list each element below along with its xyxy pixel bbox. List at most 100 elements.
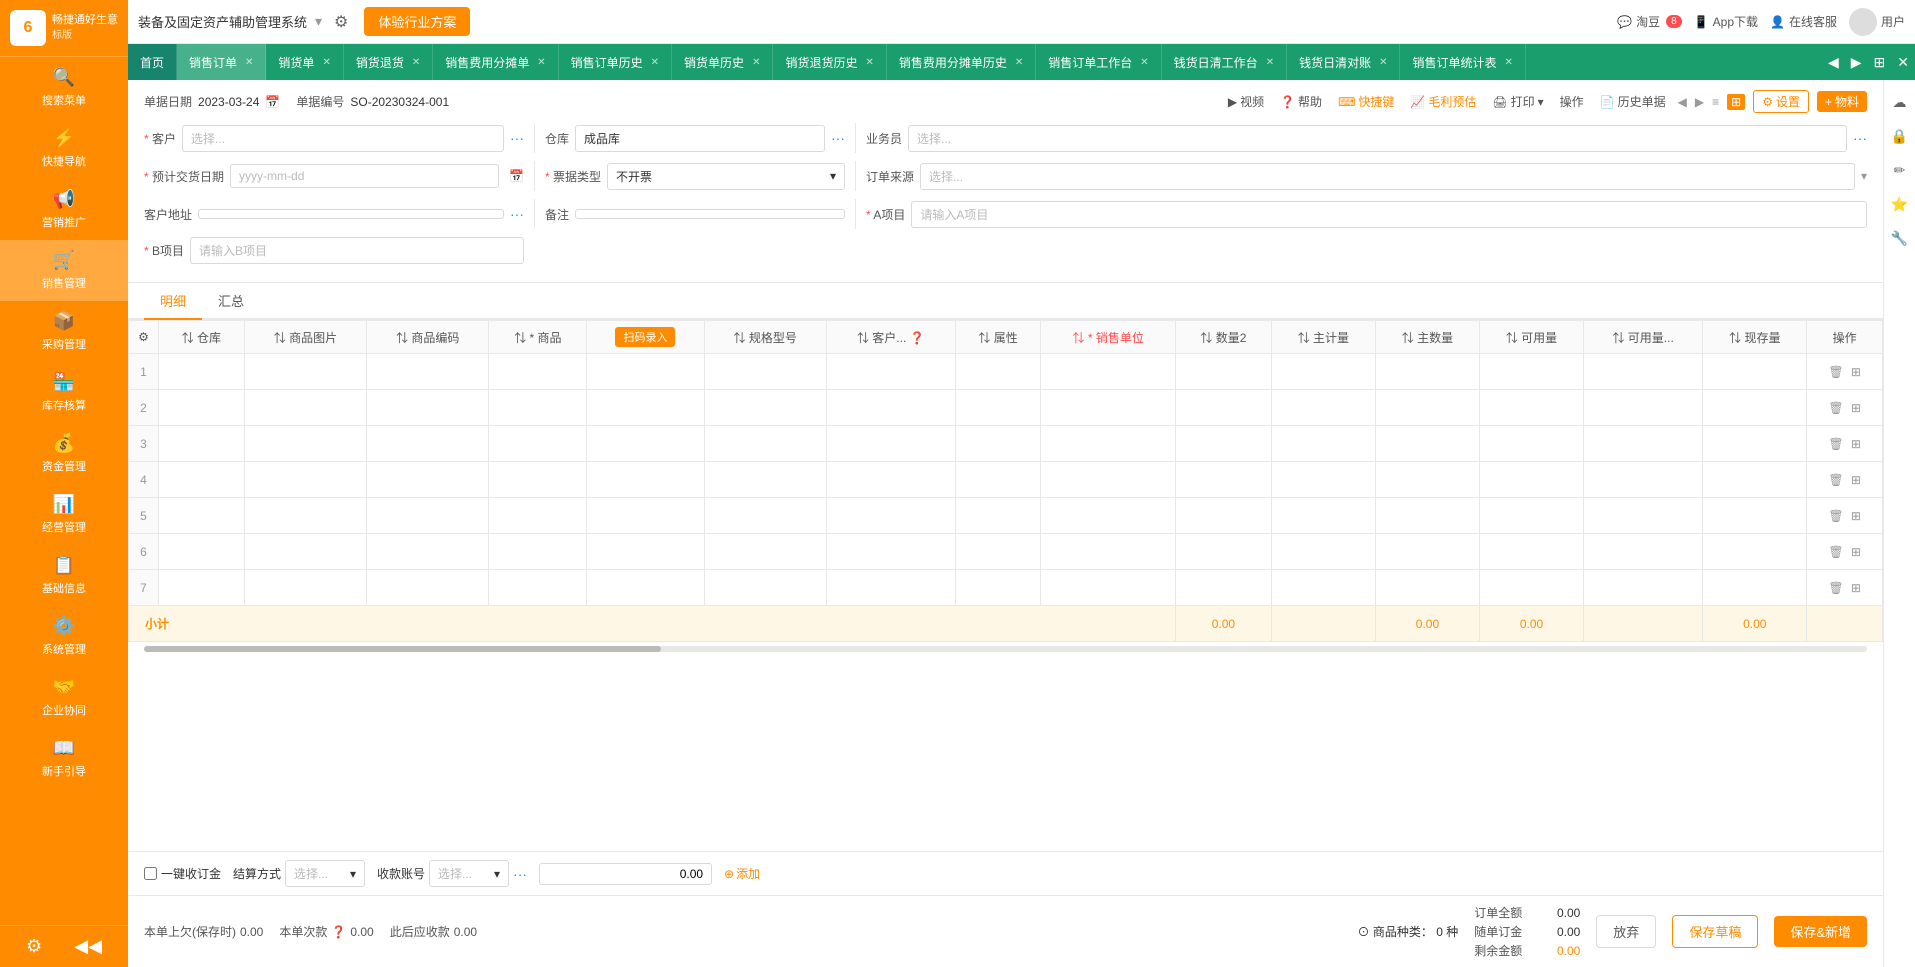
row-attr[interactable] xyxy=(955,354,1041,390)
row-product[interactable] xyxy=(489,498,587,534)
sidebar-item-11[interactable]: 📖新手引导 xyxy=(0,728,128,789)
sidebar-item-7[interactable]: 📊经营管理 xyxy=(0,484,128,545)
add-link[interactable]: ⊕ 添加 xyxy=(724,865,760,882)
tab-7[interactable]: 销货退货历史✕ xyxy=(773,44,886,80)
row-delete-icon[interactable]: 🗑 xyxy=(1828,545,1843,559)
tab-close-8[interactable]: ✕ xyxy=(1015,57,1023,68)
row-scan[interactable] xyxy=(587,534,704,570)
print-btn[interactable]: 🖨 打印 ▾ xyxy=(1488,91,1547,112)
row-image[interactable] xyxy=(244,534,366,570)
online-service-item[interactable]: 👤 在线客服 xyxy=(1770,13,1837,30)
right-panel-star-icon[interactable]: ⭐ xyxy=(1888,192,1912,216)
row-unit[interactable] xyxy=(1041,426,1175,462)
row-avail2[interactable] xyxy=(1584,462,1703,498)
tab-expand-icon[interactable]: ⊞ xyxy=(1868,54,1892,71)
row-qty2[interactable] xyxy=(1175,426,1271,462)
row-avail[interactable] xyxy=(1479,570,1583,606)
settings-icon[interactable]: ⚙ xyxy=(334,12,348,32)
row-customer-code[interactable] xyxy=(826,462,955,498)
row-customer-code[interactable] xyxy=(826,426,955,462)
row-code[interactable] xyxy=(367,570,489,606)
row-product[interactable] xyxy=(489,354,587,390)
tab-close-9[interactable]: ✕ xyxy=(1140,57,1148,68)
th-warehouse[interactable]: ⇅ 仓库 xyxy=(159,321,245,354)
row-spec[interactable] xyxy=(704,570,826,606)
row-code[interactable] xyxy=(367,390,489,426)
row-code[interactable] xyxy=(367,354,489,390)
view-mode-list-icon[interactable]: ≡ xyxy=(1712,95,1719,109)
row-delete-icon[interactable]: 🗑 xyxy=(1828,365,1843,379)
profit-btn[interactable]: 📈 毛利预估 xyxy=(1406,91,1480,112)
row-stock[interactable] xyxy=(1703,462,1807,498)
row-stock[interactable] xyxy=(1703,390,1807,426)
row-qty2[interactable] xyxy=(1175,354,1271,390)
row-customer-code[interactable] xyxy=(826,534,955,570)
row-code[interactable] xyxy=(367,462,489,498)
discard-btn[interactable]: 放弃 xyxy=(1596,915,1656,948)
prev-nav-icon[interactable]: ◀ xyxy=(1678,95,1687,109)
row-delete-icon[interactable]: 🗑 xyxy=(1828,581,1843,595)
tab-close-2[interactable]: ✕ xyxy=(322,57,330,68)
row-attr[interactable] xyxy=(955,462,1041,498)
tab-close-4[interactable]: ✕ xyxy=(537,57,545,68)
tab-0[interactable]: 首页 xyxy=(128,44,177,80)
th-settings[interactable]: ⚙ xyxy=(129,321,159,354)
row-product[interactable] xyxy=(489,426,587,462)
notification-item[interactable]: 💬 淘豆 8 xyxy=(1617,13,1682,30)
tab-close-10[interactable]: ✕ xyxy=(1266,57,1274,68)
row-customer-code[interactable] xyxy=(826,498,955,534)
row-scan[interactable] xyxy=(587,498,704,534)
sidebar-item-10[interactable]: 🤝企业协同 xyxy=(0,667,128,728)
tab-2[interactable]: 销货单✕ xyxy=(266,44,343,80)
row-main-unit[interactable] xyxy=(1271,390,1375,426)
row-spec[interactable] xyxy=(704,354,826,390)
row-avail[interactable] xyxy=(1479,354,1583,390)
tab-close-all-icon[interactable]: ✕ xyxy=(1891,54,1915,71)
row-avail2[interactable] xyxy=(1584,570,1703,606)
row-avail2[interactable] xyxy=(1584,354,1703,390)
tab-6[interactable]: 销货单历史✕ xyxy=(672,44,773,80)
row-delete-icon[interactable]: 🗑 xyxy=(1828,401,1843,415)
row-avail[interactable] xyxy=(1479,462,1583,498)
b-project-input[interactable]: 请输入B项目 xyxy=(190,237,524,264)
row-image[interactable] xyxy=(244,570,366,606)
row-main-unit[interactable] xyxy=(1271,498,1375,534)
row-avail2[interactable] xyxy=(1584,390,1703,426)
row-qty2[interactable] xyxy=(1175,462,1271,498)
row-image[interactable] xyxy=(244,498,366,534)
row-attr[interactable] xyxy=(955,498,1041,534)
tab-10[interactable]: 钱货日清工作台✕ xyxy=(1162,44,1287,80)
row-image[interactable] xyxy=(244,354,366,390)
row-warehouse[interactable] xyxy=(159,498,245,534)
tab-close-5[interactable]: ✕ xyxy=(651,57,659,68)
row-attr[interactable] xyxy=(955,570,1041,606)
row-qty2[interactable] xyxy=(1175,570,1271,606)
row-main-qty[interactable] xyxy=(1375,570,1479,606)
tab-11[interactable]: 钱货日清对账✕ xyxy=(1287,44,1400,80)
th-main-qty[interactable]: ⇅ 主数量 xyxy=(1375,321,1479,354)
sidebar-item-0[interactable]: 🔍搜索菜单 xyxy=(0,57,128,118)
row-stock[interactable] xyxy=(1703,498,1807,534)
row-unit[interactable] xyxy=(1041,462,1175,498)
th-image[interactable]: ⇅ 商品图片 xyxy=(244,321,366,354)
add-material-btn[interactable]: + 物料 xyxy=(1817,91,1867,112)
row-main-qty[interactable] xyxy=(1375,462,1479,498)
sidebar-settings-icon[interactable]: ⚙ xyxy=(26,936,42,957)
content-tab-0[interactable]: 明细 xyxy=(144,283,202,320)
content-tab-1[interactable]: 汇总 xyxy=(202,283,260,320)
row-stock[interactable] xyxy=(1703,354,1807,390)
row-stock[interactable] xyxy=(1703,534,1807,570)
right-panel-cloud-icon[interactable]: ☁ xyxy=(1888,90,1912,114)
tab-close-7[interactable]: ✕ xyxy=(865,57,873,68)
sidebar-item-1[interactable]: ⚡快捷导航 xyxy=(0,118,128,179)
th-avail[interactable]: ⇅ 可用量 xyxy=(1479,321,1583,354)
row-attr[interactable] xyxy=(955,534,1041,570)
row-scan[interactable] xyxy=(587,354,704,390)
sidebar-item-2[interactable]: 📢营销推广 xyxy=(0,179,128,240)
sidebar-item-5[interactable]: 🏪库存核算 xyxy=(0,362,128,423)
tab-close-12[interactable]: ✕ xyxy=(1505,57,1513,68)
delivery-input[interactable]: yyyy-mm-dd xyxy=(230,164,499,188)
tab-next-icon[interactable]: ▶ xyxy=(1845,54,1868,71)
row-warehouse[interactable] xyxy=(159,426,245,462)
tab-close-1[interactable]: ✕ xyxy=(245,57,253,68)
